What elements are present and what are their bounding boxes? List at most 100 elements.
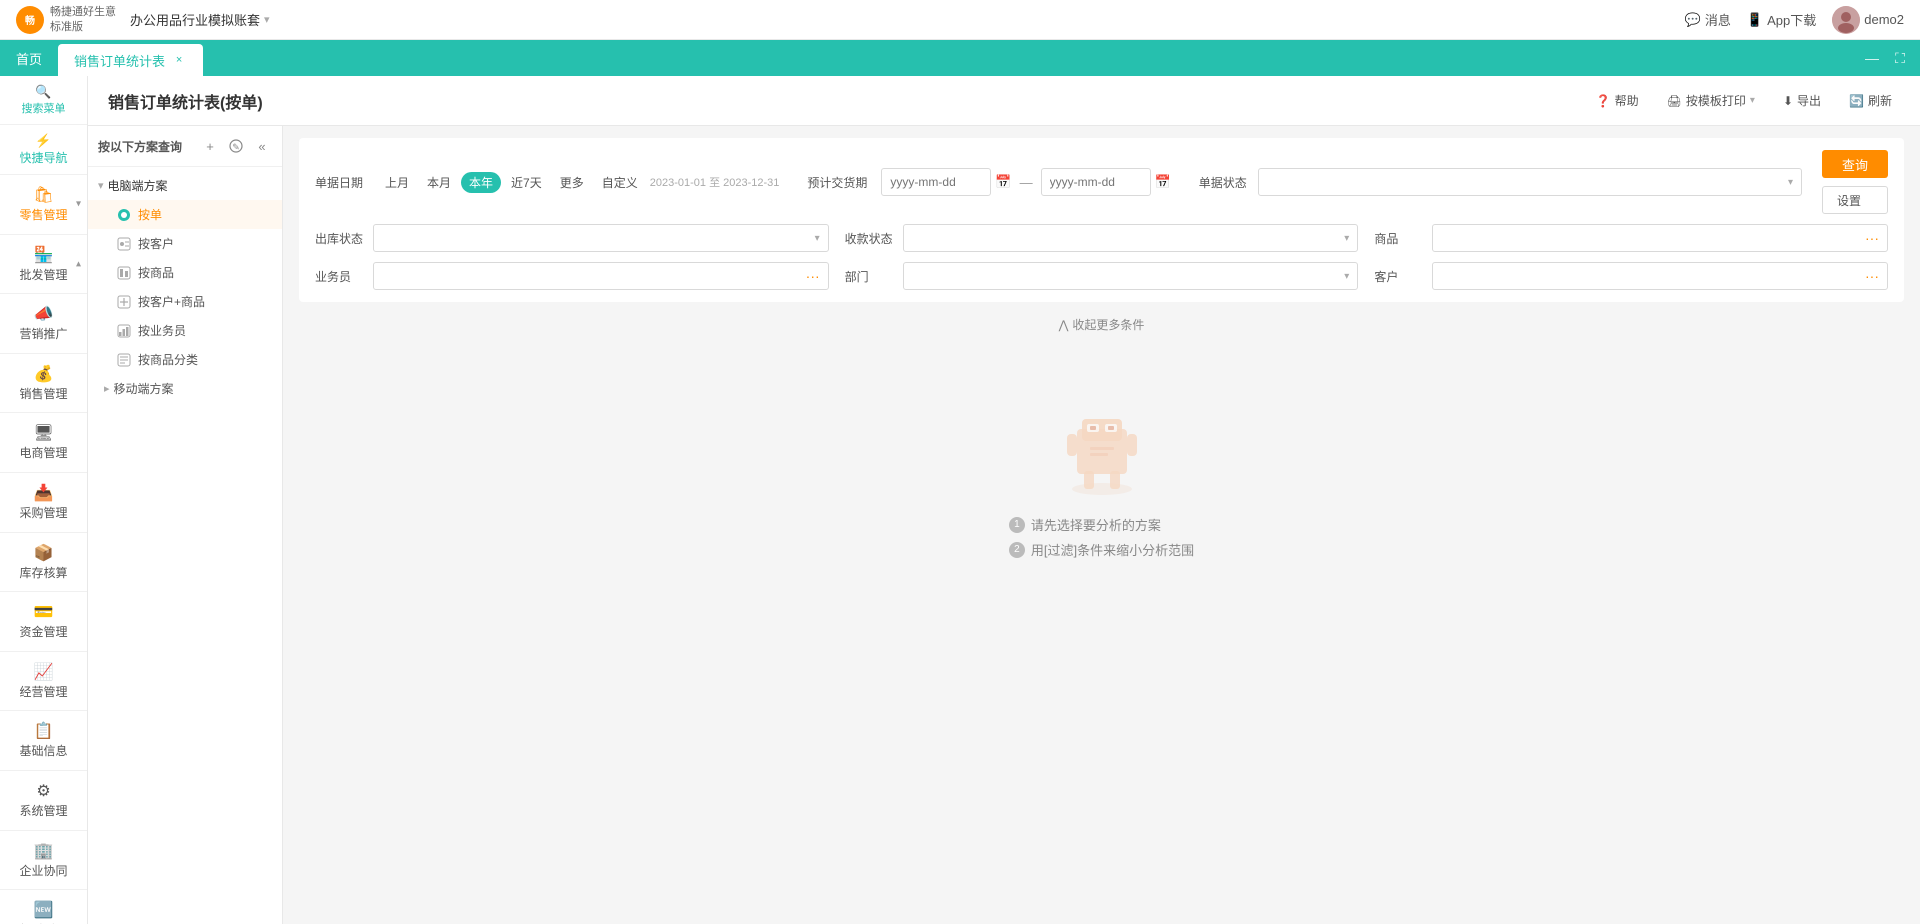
sidebar-nav-item[interactable]: ⚡ 快捷导航 bbox=[0, 125, 87, 175]
expected-date-end[interactable] bbox=[1041, 168, 1151, 196]
collapse-bar[interactable]: ⋀ 收起更多条件 bbox=[299, 310, 1904, 339]
print-label: 按模板打印 bbox=[1686, 92, 1746, 109]
user-btn[interactable]: demo2 bbox=[1832, 6, 1904, 34]
calendar-start-icon[interactable]: 📅 bbox=[995, 174, 1011, 190]
expected-date-start[interactable] bbox=[881, 168, 991, 196]
sidebar-item-operations[interactable]: 📈 经营管理 bbox=[0, 652, 87, 712]
page-actions: ❓ 帮助 🖨 按模板打印 ▾ ⬇ 导出 🔄 刷新 bbox=[1588, 88, 1900, 125]
payment-status-select[interactable]: ▾ bbox=[903, 224, 1359, 252]
dept-arrow: ▾ bbox=[1344, 271, 1349, 282]
dropdown-icon: ▾ bbox=[264, 13, 270, 26]
sidebar-item-wholesale[interactable]: 🏪 批发管理 ▴ bbox=[0, 235, 87, 295]
custom-date-btn[interactable]: 自定义 bbox=[594, 172, 646, 193]
sidebar-item-system[interactable]: ⚙ 系统管理 bbox=[0, 771, 87, 831]
sidebar-item-ecommerce[interactable]: 🖥 电商管理 bbox=[0, 413, 87, 473]
out-status-select[interactable]: ▾ bbox=[373, 224, 829, 252]
mobile-group-header[interactable]: ▸ 移动端方案 bbox=[88, 374, 282, 403]
scheme-item-3[interactable]: 按客户+商品 bbox=[88, 287, 282, 316]
sidebar-item-inventory[interactable]: 📦 库存核算 bbox=[0, 533, 87, 593]
scheme-icon-4 bbox=[116, 323, 132, 339]
collapse-up-icon: ⋀ bbox=[1059, 318, 1069, 332]
company-select[interactable]: 办公用品行业模拟账套 ▾ bbox=[124, 8, 276, 31]
basic-icon: 📋 bbox=[34, 721, 54, 741]
pc-group-label: 电脑端方案 bbox=[108, 177, 168, 194]
last-month-btn[interactable]: 上月 bbox=[377, 172, 417, 193]
status-select[interactable]: ▾ bbox=[1258, 168, 1802, 196]
tab-minimize-btn[interactable]: — bbox=[1860, 46, 1884, 70]
export-btn[interactable]: ⬇ 导出 bbox=[1775, 88, 1829, 113]
sidebar-item-marketing[interactable]: 📣 营销推广 bbox=[0, 294, 87, 354]
calendar-end-icon[interactable]: 📅 bbox=[1155, 174, 1171, 190]
more-date-btn[interactable]: 更多 bbox=[552, 172, 592, 193]
date-label: 单据日期 bbox=[315, 174, 373, 191]
sidebar-item-sales[interactable]: 💰 销售管理 bbox=[0, 354, 87, 414]
this-month-btn[interactable]: 本月 bbox=[419, 172, 459, 193]
scheme-item-4[interactable]: 按业务员 bbox=[88, 316, 282, 345]
salesman-input[interactable]: ··· bbox=[373, 262, 829, 290]
date-separator: — bbox=[1020, 175, 1033, 190]
scheme-label-5: 按商品分类 bbox=[138, 351, 198, 368]
tip-item-1: 1 请先选择要分析的方案 bbox=[1009, 515, 1194, 534]
sidebar-item-basic[interactable]: 📋 基础信息 bbox=[0, 711, 87, 771]
help-label: 帮助 bbox=[1615, 92, 1639, 109]
add-scheme-btn[interactable]: + bbox=[200, 136, 220, 156]
tip-text-2: 用[过滤]条件来缩小分析范围 bbox=[1031, 540, 1194, 559]
last7-btn[interactable]: 近7天 bbox=[503, 172, 550, 193]
goods-label: 商品 bbox=[1374, 230, 1432, 247]
scheme-label-3: 按客户+商品 bbox=[138, 293, 205, 310]
scheme-item-1[interactable]: 按客户 bbox=[88, 229, 282, 258]
user-label: demo2 bbox=[1864, 12, 1904, 27]
inner-layout: 按以下方案查询 + ✎ « ▾ 电脑端方案 bbox=[88, 126, 1920, 924]
tab-bar-actions: — ⛶ bbox=[1860, 46, 1920, 70]
sidebar-item-finance[interactable]: 💳 资金管理 bbox=[0, 592, 87, 652]
customer-label: 客户 bbox=[1374, 268, 1432, 285]
system-icon: ⚙ bbox=[36, 781, 50, 801]
help-btn[interactable]: ❓ 帮助 bbox=[1588, 88, 1647, 113]
logo-icon: 畅 bbox=[16, 6, 44, 34]
app-download-btn[interactable]: 📱 App下载 bbox=[1747, 10, 1816, 29]
sidebar-item-enterprise[interactable]: 🏢 企业协同 bbox=[0, 831, 87, 891]
query-btn[interactable]: 查询 bbox=[1822, 150, 1888, 178]
tab-active[interactable]: 销售订单统计表 × bbox=[58, 44, 203, 76]
sidebar-item-purchase[interactable]: 📥 采购管理 bbox=[0, 473, 87, 533]
print-btn[interactable]: 🖨 按模板打印 ▾ bbox=[1659, 88, 1763, 113]
date-range-display: 2023-01-01 至 2023-12-31 bbox=[650, 174, 780, 190]
status-arrow-icon: ▾ bbox=[1788, 177, 1793, 188]
tab-home[interactable]: 首页 bbox=[0, 40, 58, 76]
collapse-panel-btn[interactable]: « bbox=[252, 136, 272, 156]
set-btn[interactable]: 设置 bbox=[1822, 186, 1888, 214]
page-header: 销售订单统计表(按单) ❓ 帮助 🖨 按模板打印 ▾ ⬇ 导出 🔄 刷新 bbox=[88, 76, 1920, 126]
tip-item-2: 2 用[过滤]条件来缩小分析范围 bbox=[1009, 540, 1194, 559]
sidebar-search[interactable]: 🔍 搜索菜单 bbox=[0, 76, 87, 125]
logo-area: 畅 畅捷通好生意 标准版 bbox=[16, 5, 116, 34]
edit-scheme-btn[interactable]: ✎ bbox=[226, 136, 246, 156]
salesman-label: 业务员 bbox=[315, 268, 373, 285]
goods-input[interactable]: ··· bbox=[1432, 224, 1888, 252]
message-btn[interactable]: 💬 消息 bbox=[1685, 10, 1731, 29]
finance-icon: 💳 bbox=[34, 602, 54, 622]
main-layout: 🔍 搜索菜单 ⚡ 快捷导航 🛍 零售管理 ▾ 🏪 批发管理 ▴ 📣 营销推广 💰… bbox=[0, 76, 1920, 924]
out-status-label: 出库状态 bbox=[315, 230, 373, 247]
refresh-btn[interactable]: 🔄 刷新 bbox=[1841, 88, 1900, 113]
scheme-item-0[interactable]: 按单 bbox=[88, 200, 282, 229]
sidebar-item-retail[interactable]: 🛍 零售管理 ▾ bbox=[0, 175, 87, 235]
purchase-icon: 📥 bbox=[34, 483, 54, 503]
svg-text:✎: ✎ bbox=[232, 142, 240, 152]
pc-group-header[interactable]: ▾ 电脑端方案 bbox=[88, 171, 282, 200]
scheme-icon-2 bbox=[116, 265, 132, 281]
scheme-icon-0 bbox=[116, 207, 132, 223]
customer-input[interactable]: ··· bbox=[1432, 262, 1888, 290]
operations-icon: 📈 bbox=[34, 662, 54, 682]
sidebar-item-guide[interactable]: 🆕 新手引导 bbox=[0, 890, 87, 924]
left-panel-header: 按以下方案查询 + ✎ « bbox=[88, 126, 282, 167]
sales-icon: 💰 bbox=[34, 364, 54, 384]
this-year-btn[interactable]: 本年 bbox=[461, 172, 501, 193]
scheme-icon-3 bbox=[116, 294, 132, 310]
tab-close-btn[interactable]: × bbox=[171, 52, 187, 68]
scheme-item-2[interactable]: 按商品 bbox=[88, 258, 282, 287]
scheme-label-0: 按单 bbox=[138, 206, 162, 223]
dept-select[interactable]: ▾ bbox=[903, 262, 1359, 290]
left-panel-title: 按以下方案查询 bbox=[98, 138, 182, 155]
tab-maximize-btn[interactable]: ⛶ bbox=[1888, 46, 1912, 70]
scheme-item-5[interactable]: 按商品分类 bbox=[88, 345, 282, 374]
